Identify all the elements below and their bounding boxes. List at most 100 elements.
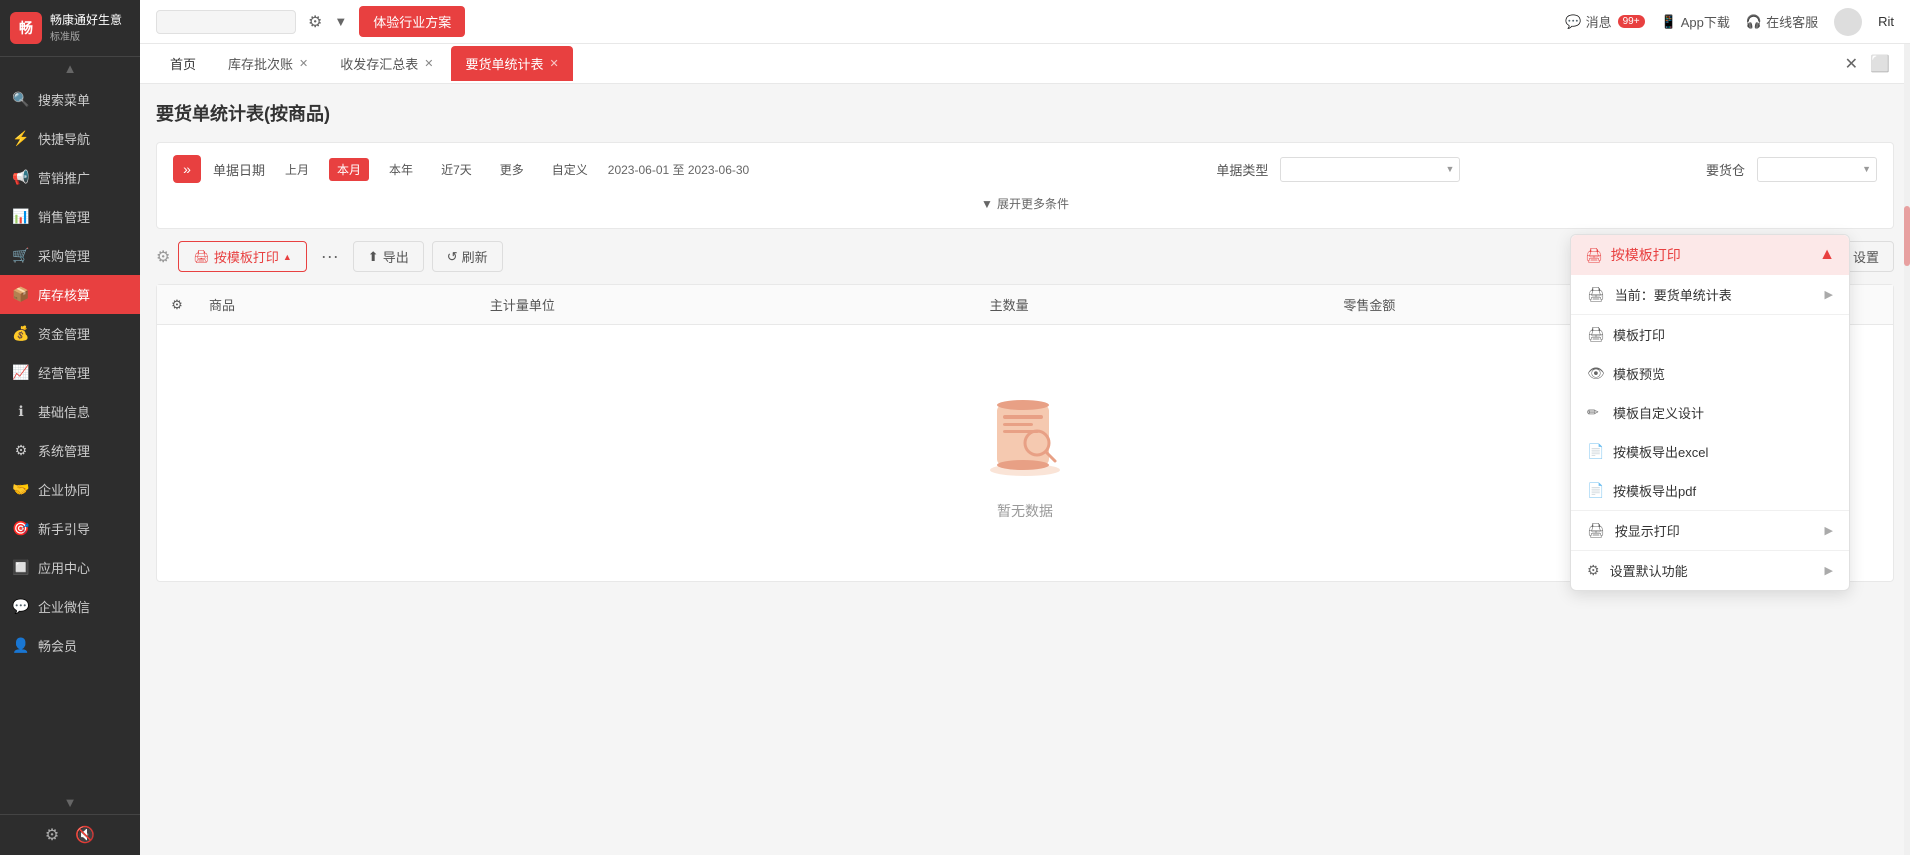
inventory-icon: 📦 [12,286,30,304]
sidebar-item-appstore[interactable]: 🔲 应用中心 [0,548,140,587]
scrollbar-thumb[interactable] [1904,206,1910,266]
dropdown-item-export-excel[interactable]: 📄 按模板导出excel [1571,432,1849,471]
sidebar-item-search[interactable]: 🔍 搜索菜单 [0,80,140,119]
col-settings[interactable]: ⚙ [157,285,197,325]
expand-row: ▼ 展开更多条件 [173,191,1877,216]
topbar-search-input[interactable] [156,10,296,34]
operation-icon: 📈 [12,364,30,382]
goods-filter-label: 要货仓 [1706,160,1745,179]
export-btn[interactable]: ⬆ 导出 [353,241,424,272]
download-icon: 📱 [1661,14,1677,30]
message-icon: 💬 [1565,14,1581,30]
sidebar-item-marketing[interactable]: 📢 营销推广 [0,158,140,197]
topbar: ⚙ ▼ 体验行业方案 💬 消息 99+ 📱 App下载 🎧 在线客服 Rit [140,0,1910,44]
username-label: Rit [1878,14,1894,29]
dropdown-item-export-pdf[interactable]: 📄 按模板导出pdf [1571,471,1849,510]
user-avatar[interactable] [1834,8,1862,36]
tab-order-stats-close[interactable]: ✕ [550,57,559,70]
topbar-gear-icon[interactable]: ⚙ [308,12,322,32]
dropdown-default-left: ⚙ 设置默认功能 [1587,561,1688,580]
sidebar-label-shortcut: 快捷导航 [38,129,90,148]
template-excel-icon: 📄 [1587,443,1603,460]
online-service-btn[interactable]: 🎧 在线客服 [1746,12,1818,31]
search-icon: 🔍 [12,91,30,109]
shortcut-icon: ⚡ [12,130,30,148]
refresh-label: 刷新 [462,247,488,266]
enterprise-icon: 🤝 [12,481,30,499]
message-btn[interactable]: 💬 消息 99+ [1565,12,1644,31]
date-prev-btn[interactable]: 上月 [277,158,317,181]
tab-home-label: 首页 [170,54,196,73]
finance-icon: 💰 [12,325,30,343]
dropdown-current-item[interactable]: 🖨 当前：要货单统计表 ▶ [1571,275,1849,314]
dropdown-item-custom-design[interactable]: ✏ 模板自定义设计 [1571,393,1849,432]
sidebar-item-sales[interactable]: 📊 销售管理 [0,197,140,236]
tab-home[interactable]: 首页 [156,46,210,81]
tab-order-stats[interactable]: 要货单统计表 ✕ [451,46,572,81]
sidebar-item-basic[interactable]: ℹ 基础信息 [0,392,140,431]
tab-batch-close[interactable]: ✕ [299,57,308,70]
dropdown-close-btn[interactable]: ▲ [1819,246,1835,264]
member-icon: 👤 [12,637,30,655]
tab-collection[interactable]: 收发存汇总表 ✕ [326,46,447,81]
scroll-up-btn[interactable]: ▲ [0,57,140,80]
gear-settings-icon[interactable]: ⚙ [156,247,170,267]
dropdown-item-print[interactable]: 🖨 模板打印 [1571,315,1849,354]
col-quantity: 主数量 [978,285,1332,325]
tab-batch[interactable]: 库存批次账 ✕ [214,46,322,81]
app-download-btn[interactable]: 📱 App下载 [1661,12,1730,31]
sidebar-item-member[interactable]: 👤 畅会员 [0,626,140,665]
tab-close-all-btn[interactable]: ✕ [1841,50,1862,78]
date-custom-btn[interactable]: 自定义 [544,158,596,181]
goods-select[interactable] [1757,157,1877,182]
tab-fullscreen-btn[interactable]: ⬜ [1866,50,1894,78]
dropdown-default-section: ⚙ 设置默认功能 ▶ [1571,551,1849,590]
expand-more-btn[interactable]: ▼ 展开更多条件 [969,191,1081,216]
date-more-btn[interactable]: 更多 [492,158,532,181]
scroll-down-btn[interactable]: ▼ [0,791,140,814]
template-pdf-icon: 📄 [1587,482,1603,499]
app-edition: 标准版 [50,28,122,43]
sidebar-item-system[interactable]: ⚙ 系统管理 [0,431,140,470]
more-options-btn[interactable]: ··· [315,244,345,269]
sidebar-label-operation: 经营管理 [38,363,90,382]
dropdown-set-default[interactable]: ⚙ 设置默认功能 ▶ [1571,551,1849,590]
dropdown-title: 按模板打印 [1611,245,1681,265]
mute-icon[interactable]: 🔇 [75,825,95,845]
type-filter-label: 单据类型 [1216,160,1268,179]
sidebar-item-wechat[interactable]: 💬 企业微信 [0,587,140,626]
dropdown-item-preview[interactable]: 👁 模板预览 [1571,354,1849,393]
filter-expand-btn[interactable]: » [173,155,201,183]
print-label: 按模板打印 [214,247,279,266]
refresh-btn[interactable]: ↺ 刷新 [432,241,503,272]
sidebar-item-purchase[interactable]: 🛒 采购管理 [0,236,140,275]
dropdown-display-print[interactable]: 🖨 按显示打印 ▶ [1571,511,1849,550]
settings-bottom-icon[interactable]: ⚙ [45,825,59,845]
type-select[interactable] [1280,157,1460,182]
scrollbar-track [1904,44,1910,855]
expand-chevron-icon: ▼ [981,197,993,211]
date-7days-btn[interactable]: 近7天 [433,158,480,181]
printer-header-icon: 🖨 [1585,247,1603,264]
sidebar-item-operation[interactable]: 📈 经营管理 [0,353,140,392]
sidebar-item-shortcut[interactable]: ⚡ 快捷导航 [0,119,140,158]
page-title: 要货单统计表(按商品) [156,100,1894,126]
date-current-btn[interactable]: 本月 [329,158,369,181]
current-template-label: 当前：要货单统计表 [1615,285,1732,304]
goods-select-wrapper [1757,157,1877,182]
dropdown-template-section: 🖨 模板打印 👁 模板预览 ✏ 模板自定义设计 📄 按模板导出excel 📄 [1571,315,1849,511]
sidebar-label-marketing: 营销推广 [38,168,90,187]
date-year-btn[interactable]: 本年 [381,158,421,181]
sidebar-label-purchase: 采购管理 [38,246,90,265]
sidebar-item-newbie[interactable]: 🎯 新手引导 [0,509,140,548]
sidebar-item-finance[interactable]: 💰 资金管理 [0,314,140,353]
industry-btn[interactable]: 体验行业方案 [359,6,465,37]
tab-collection-close[interactable]: ✕ [424,57,433,70]
sidebar-item-inventory[interactable]: 📦 库存核算 [0,275,140,314]
print-btn[interactable]: 🖨 按模板打印 ▲ [178,241,306,272]
sidebar-label-search: 搜索菜单 [38,90,90,109]
sidebar-item-enterprise[interactable]: 🤝 企业协同 [0,470,140,509]
current-chevron-icon: ▶ [1825,288,1833,301]
topbar-chevron[interactable]: ▼ [334,14,347,29]
date-range-display: 2023-06-01 至 2023-06-30 [608,161,749,178]
